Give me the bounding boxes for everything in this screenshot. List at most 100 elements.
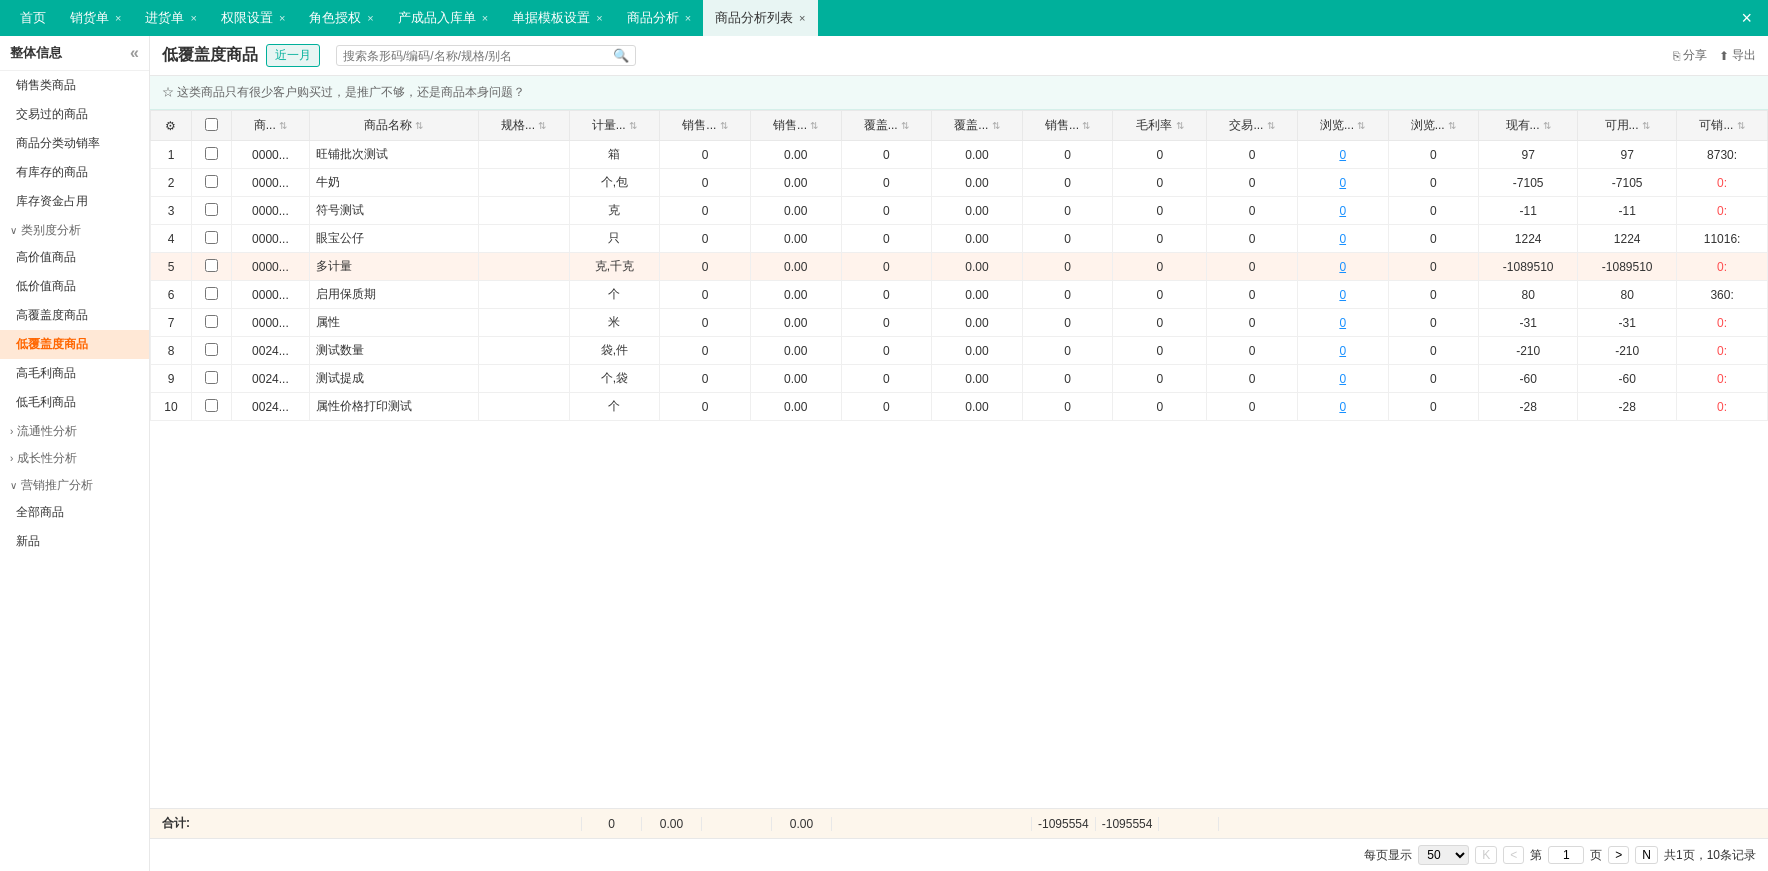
table-cell-1-row-6[interactable]: [191, 281, 231, 309]
table-cell-13-row-5[interactable]: 0: [1297, 253, 1388, 281]
table-cell-10-row-4: 0: [1022, 225, 1113, 253]
table-cell-0-row-8: 8: [151, 337, 192, 365]
nav-goods-analysis[interactable]: 商品分析 ×: [615, 0, 703, 36]
footer-cell-padding3: [832, 817, 1032, 831]
next-page-button[interactable]: >: [1608, 846, 1629, 864]
table-cell-1-row-3[interactable]: [191, 197, 231, 225]
nav-template[interactable]: 单据模板设置 ×: [500, 0, 614, 36]
col-transaction[interactable]: 交易... ⇅: [1207, 111, 1298, 141]
sidebar-item-low-coverage[interactable]: 低覆盖度商品: [0, 330, 149, 359]
share-button[interactable]: ⎘ 分享: [1673, 47, 1707, 64]
sidebar-group-liquidity[interactable]: › 流通性分析: [0, 417, 149, 444]
per-page-select[interactable]: 20 50 100: [1418, 845, 1469, 865]
table-cell-1-row-10[interactable]: [191, 393, 231, 421]
col-browse1[interactable]: 浏览... ⇅: [1297, 111, 1388, 141]
sidebar-item-category-turnover[interactable]: 商品分类动销率: [0, 129, 149, 158]
table-cell-13-row-1[interactable]: 0: [1297, 141, 1388, 169]
sidebar-group-marketing[interactable]: ∨ 营销推广分析: [0, 471, 149, 498]
nav-goods-analysis-list[interactable]: 商品分析列表 ×: [703, 0, 817, 36]
table-cell-13-row-9[interactable]: 0: [1297, 365, 1388, 393]
footer-total-sales-count: 0: [582, 817, 642, 831]
nav-goods-analysis-close[interactable]: ×: [685, 0, 691, 36]
table-cell-1-row-5[interactable]: [191, 253, 231, 281]
search-icon: 🔍: [613, 48, 629, 63]
sidebar-item-high-coverage[interactable]: 高覆盖度商品: [0, 301, 149, 330]
last-page-button[interactable]: N: [1635, 846, 1658, 864]
table-cell-2-row-1: 0000...: [232, 141, 309, 169]
col-current[interactable]: 现有... ⇅: [1479, 111, 1578, 141]
table-cell-1-row-2[interactable]: [191, 169, 231, 197]
export-button[interactable]: ⬆ 导出: [1719, 47, 1756, 64]
sidebar-item-stocked[interactable]: 有库存的商品: [0, 158, 149, 187]
table-cell-2-row-2: 0000...: [232, 169, 309, 197]
table-cell-13-row-10[interactable]: 0: [1297, 393, 1388, 421]
sidebar-collapse-button[interactable]: «: [130, 44, 139, 62]
col-sellable[interactable]: 可销... ⇅: [1677, 111, 1768, 141]
table-cell-0-row-2: 2: [151, 169, 192, 197]
window-close-button[interactable]: ×: [1733, 8, 1760, 29]
table-cell-13-row-7[interactable]: 0: [1297, 309, 1388, 337]
table-cell-1-row-7[interactable]: [191, 309, 231, 337]
sidebar-item-new-goods[interactable]: 新品: [0, 527, 149, 556]
prev-page-button[interactable]: <: [1503, 846, 1524, 864]
nav-role-auth[interactable]: 角色授权 ×: [297, 0, 385, 36]
nav-purchase-close[interactable]: ×: [190, 0, 196, 36]
col-coverage2[interactable]: 覆盖... ⇅: [932, 111, 1023, 141]
table-cell-13-row-8[interactable]: 0: [1297, 337, 1388, 365]
sidebar-item-traded-goods[interactable]: 交易过的商品: [0, 100, 149, 129]
table-cell-1-row-4[interactable]: [191, 225, 231, 253]
col-available[interactable]: 可用... ⇅: [1578, 111, 1677, 141]
table-cell-14-row-10: 0: [1388, 393, 1479, 421]
col-settings[interactable]: ⚙: [151, 111, 192, 141]
sidebar-group-category[interactable]: ∨ 类别度分析: [0, 216, 149, 243]
date-filter-button[interactable]: 近一月: [266, 44, 320, 67]
footer-cell-padding2: [702, 817, 772, 831]
page-number-input[interactable]: [1548, 846, 1584, 864]
sidebar-item-high-value[interactable]: 高价值商品: [0, 243, 149, 272]
col-name[interactable]: 商品名称 ⇅: [309, 111, 478, 141]
table-cell-1-row-9[interactable]: [191, 365, 231, 393]
col-sales-days[interactable]: 销售... ⇅: [1022, 111, 1113, 141]
table-cell-1-row-8[interactable]: [191, 337, 231, 365]
sidebar-group-growth[interactable]: › 成长性分析: [0, 444, 149, 471]
table-cell-13-row-2[interactable]: 0: [1297, 169, 1388, 197]
nav-sales-close[interactable]: ×: [115, 0, 121, 36]
col-code[interactable]: 商... ⇅: [232, 111, 309, 141]
nav-role-auth-close[interactable]: ×: [367, 0, 373, 36]
nav-permissions-close[interactable]: ×: [279, 0, 285, 36]
nav-permissions[interactable]: 权限设置 ×: [209, 0, 297, 36]
table-cell-13-row-4[interactable]: 0: [1297, 225, 1388, 253]
col-gross-margin[interactable]: 毛利率 ⇅: [1113, 111, 1207, 141]
nav-goods-analysis-list-close[interactable]: ×: [799, 0, 805, 36]
settings-icon: ⚙: [165, 119, 176, 133]
nav-product-inbound-close[interactable]: ×: [482, 0, 488, 36]
col-spec[interactable]: 规格... ⇅: [478, 111, 569, 141]
nav-purchase[interactable]: 进货单 ×: [133, 0, 208, 36]
col-checkbox[interactable]: [191, 111, 231, 141]
select-all-checkbox[interactable]: [205, 118, 218, 131]
col-sales-count[interactable]: 销售... ⇅: [660, 111, 751, 141]
first-page-button[interactable]: K: [1475, 846, 1497, 864]
table-cell-8-row-6: 0: [841, 281, 932, 309]
sidebar-item-low-value[interactable]: 低价值商品: [0, 272, 149, 301]
table-cell-1-row-1[interactable]: [191, 141, 231, 169]
col-sales-amount[interactable]: 销售... ⇅: [750, 111, 841, 141]
col-coverage1[interactable]: 覆盖... ⇅: [841, 111, 932, 141]
table-cell-13-row-3[interactable]: 0: [1297, 197, 1388, 225]
table-cell-16-row-9: -60: [1578, 365, 1677, 393]
col-unit[interactable]: 计量... ⇅: [569, 111, 660, 141]
nav-home[interactable]: 首页: [8, 0, 58, 36]
sidebar-item-all-goods[interactable]: 全部商品: [0, 498, 149, 527]
table-cell-9-row-3: 0.00: [932, 197, 1023, 225]
nav-template-close[interactable]: ×: [596, 0, 602, 36]
search-input[interactable]: [343, 49, 613, 63]
sidebar-item-low-profit[interactable]: 低毛利商品: [0, 388, 149, 417]
nav-product-inbound[interactable]: 产成品入库单 ×: [386, 0, 500, 36]
chevron-down-icon-2: ∨: [10, 480, 17, 491]
sidebar-item-inventory-cost[interactable]: 库存资金占用: [0, 187, 149, 216]
nav-sales[interactable]: 销货单 ×: [58, 0, 133, 36]
sidebar-item-sales-goods[interactable]: 销售类商品: [0, 71, 149, 100]
col-browse2[interactable]: 浏览... ⇅: [1388, 111, 1479, 141]
table-cell-13-row-6[interactable]: 0: [1297, 281, 1388, 309]
sidebar-item-high-profit[interactable]: 高毛利商品: [0, 359, 149, 388]
